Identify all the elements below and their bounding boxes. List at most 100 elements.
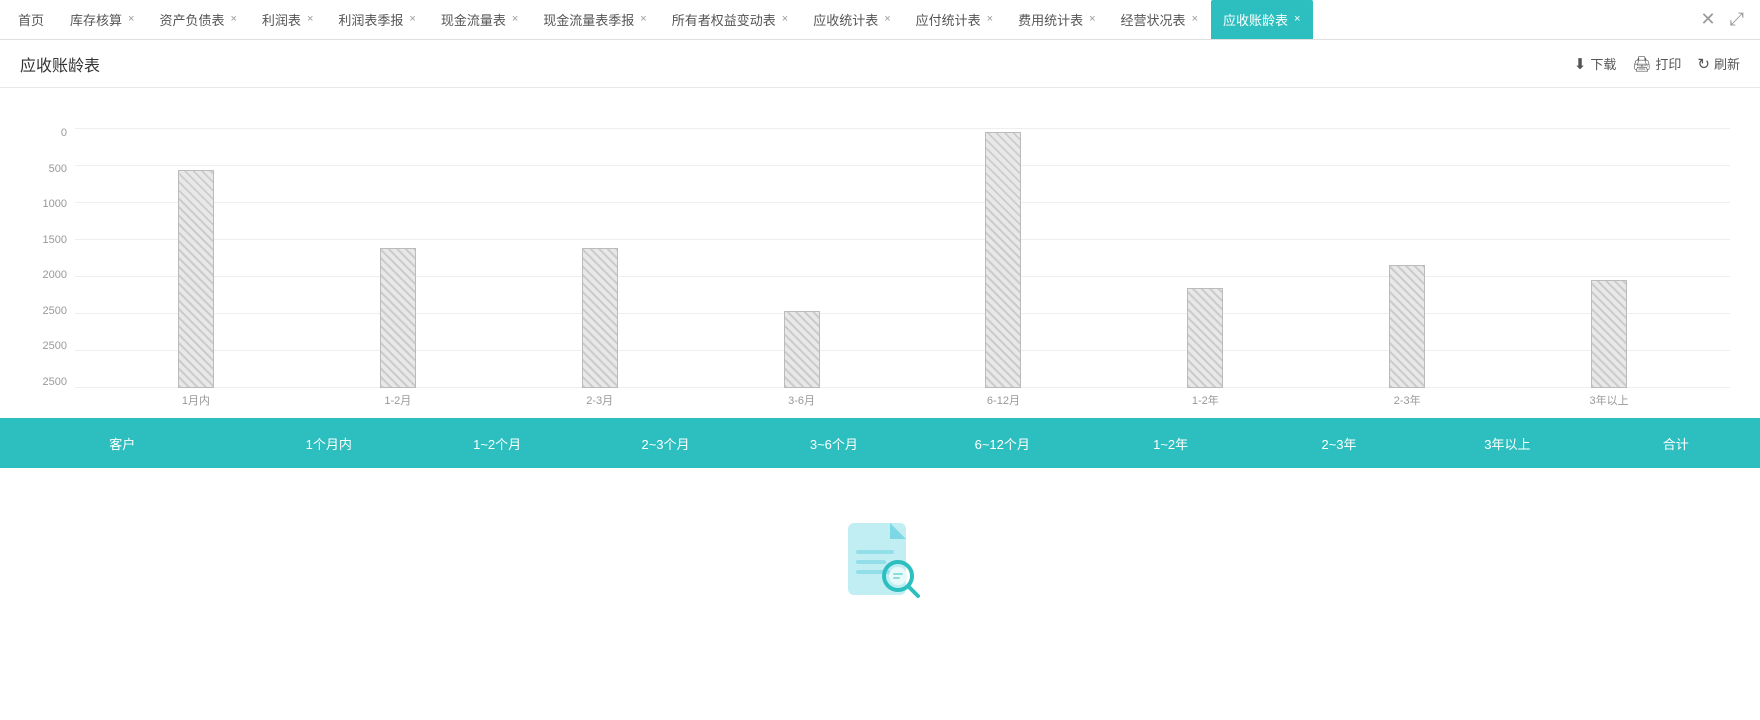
empty-state bbox=[0, 468, 1760, 720]
tab-bar: 首页 库存核算 × 资产负债表 × 利润表 × 利润表季报 × 现金流量表 × … bbox=[0, 0, 1760, 40]
window-close-button[interactable]: ✕ bbox=[1697, 5, 1720, 34]
x-label-1: 1-2月 bbox=[368, 392, 428, 408]
y-label-7: 2500 bbox=[43, 377, 67, 388]
bar-group-4 bbox=[985, 132, 1021, 388]
y-label-6: 2500 bbox=[43, 341, 67, 352]
col-customer: 客户 bbox=[0, 434, 245, 453]
y-label-0: 0 bbox=[61, 128, 67, 139]
bar-year3plus bbox=[1591, 280, 1627, 388]
tab-profit-quarterly[interactable]: 利润表季报 × bbox=[326, 0, 428, 40]
x-label-2: 2-3月 bbox=[570, 392, 630, 408]
tab-cashflow[interactable]: 现金流量表 × bbox=[429, 0, 531, 40]
tab-payables-stat[interactable]: 应付统计表 × bbox=[904, 0, 1006, 40]
bar-group-3 bbox=[784, 311, 820, 388]
window-maximize-button[interactable]: ⤢ bbox=[1726, 5, 1748, 34]
y-label-3: 1500 bbox=[43, 235, 67, 246]
tab-cashflow-close[interactable]: × bbox=[512, 14, 518, 25]
col-month1-2: 1~2个月 bbox=[413, 434, 581, 453]
refresh-label: 刷新 bbox=[1714, 54, 1740, 73]
header-actions: ⬇ 下载 🖨 打印 ↻ 刷新 bbox=[1574, 54, 1740, 73]
bar-month2-3 bbox=[582, 248, 618, 388]
main-content: 2500 2500 2500 2000 1500 1000 500 0 bbox=[0, 88, 1760, 720]
bar-month1-2 bbox=[380, 248, 416, 388]
tab-cashflow-quarterly-close[interactable]: × bbox=[640, 14, 646, 25]
bars-container bbox=[75, 128, 1730, 388]
page-header: 应收账龄表 ⬇ 下载 🖨 打印 ↻ 刷新 bbox=[0, 40, 1760, 88]
tab-expense-stat-close[interactable]: × bbox=[1089, 14, 1095, 25]
tab-operations-close[interactable]: × bbox=[1192, 14, 1198, 25]
tab-receivables-aging[interactable]: 应收账龄表 × bbox=[1211, 0, 1313, 40]
window-actions: ✕ ⤢ bbox=[1697, 5, 1757, 34]
tab-payables-stat-label: 应付统计表 bbox=[916, 10, 981, 29]
print-label: 打印 bbox=[1655, 54, 1681, 73]
tab-cashflow-quarterly[interactable]: 现金流量表季报 × bbox=[531, 0, 659, 40]
col-month2-3: 2~3个月 bbox=[581, 434, 749, 453]
table-header: 客户 1个月内 1~2个月 2~3个月 3~6个月 6~12个月 1~2年 2~… bbox=[0, 418, 1760, 468]
bar-month3-6 bbox=[784, 311, 820, 388]
refresh-icon: ↻ bbox=[1697, 55, 1710, 73]
bar-group-1 bbox=[380, 248, 416, 388]
chart-wrapper: 2500 2500 2500 2000 1500 1000 500 0 bbox=[30, 108, 1730, 408]
x-label-7: 3年以上 bbox=[1579, 392, 1639, 408]
print-icon: 🖨 bbox=[1632, 55, 1651, 73]
tab-expense-stat[interactable]: 费用统计表 × bbox=[1006, 0, 1108, 40]
col-month1: 1个月内 bbox=[245, 434, 413, 453]
tab-cashflow-quarterly-label: 现金流量表季报 bbox=[543, 10, 634, 29]
tab-profit-quarterly-label: 利润表季报 bbox=[338, 10, 403, 29]
tab-profit-quarterly-close[interactable]: × bbox=[409, 14, 415, 25]
y-label-5: 2500 bbox=[43, 306, 67, 317]
download-button[interactable]: ⬇ 下载 bbox=[1574, 54, 1617, 73]
tab-operations[interactable]: 经营状况表 × bbox=[1109, 0, 1211, 40]
tab-balance-sheet[interactable]: 资产负债表 × bbox=[147, 0, 249, 40]
x-label-3: 3-6月 bbox=[772, 392, 832, 408]
page-title: 应收账龄表 bbox=[20, 52, 100, 76]
y-label-1: 500 bbox=[49, 164, 67, 175]
bar-group-7 bbox=[1591, 280, 1627, 388]
tab-profit-label: 利润表 bbox=[262, 10, 301, 29]
tab-inventory[interactable]: 库存核算 × bbox=[58, 0, 147, 40]
chart-area: 2500 2500 2500 2000 1500 1000 500 0 bbox=[0, 88, 1760, 418]
tab-cashflow-label: 现金流量表 bbox=[441, 10, 506, 29]
tab-balance-sheet-close[interactable]: × bbox=[230, 14, 236, 25]
bar-group-5 bbox=[1187, 288, 1223, 388]
tab-operations-label: 经营状况表 bbox=[1121, 10, 1186, 29]
x-label-6: 2-3年 bbox=[1377, 392, 1437, 408]
x-label-0: 1月内 bbox=[166, 392, 226, 408]
tab-inventory-close[interactable]: × bbox=[128, 14, 134, 25]
bar-group-6 bbox=[1389, 265, 1425, 388]
bar-group-0 bbox=[178, 170, 214, 388]
x-label-4: 6-12月 bbox=[973, 392, 1033, 408]
empty-illustration bbox=[830, 508, 930, 608]
download-label: 下载 bbox=[1590, 54, 1616, 73]
bar-month6-12 bbox=[985, 132, 1021, 388]
print-button[interactable]: 🖨 打印 bbox=[1632, 54, 1681, 73]
tab-receivables-stat[interactable]: 应收统计表 × bbox=[801, 0, 903, 40]
col-month3-6: 3~6个月 bbox=[750, 434, 918, 453]
bar-year2-3 bbox=[1389, 265, 1425, 388]
col-total: 合计 bbox=[1592, 434, 1760, 453]
tab-home[interactable]: 首页 bbox=[4, 0, 58, 40]
tab-profit[interactable]: 利润表 × bbox=[250, 0, 326, 40]
tab-expense-stat-label: 费用统计表 bbox=[1018, 10, 1083, 29]
tab-equity-label: 所有者权益变动表 bbox=[672, 10, 776, 29]
empty-icon bbox=[830, 508, 930, 608]
tab-equity[interactable]: 所有者权益变动表 × bbox=[660, 0, 801, 40]
tab-receivables-aging-label: 应收账龄表 bbox=[1223, 10, 1288, 29]
tab-receivables-stat-label: 应收统计表 bbox=[813, 10, 878, 29]
col-year3plus: 3年以上 bbox=[1423, 434, 1591, 453]
bar-month1 bbox=[178, 170, 214, 388]
x-axis-labels: 1月内 1-2月 2-3月 3-6月 6-12月 1-2年 2-3年 3年以上 bbox=[75, 392, 1730, 408]
y-label-2: 1000 bbox=[43, 199, 67, 210]
tab-payables-stat-close[interactable]: × bbox=[987, 14, 993, 25]
tab-profit-close[interactable]: × bbox=[307, 14, 313, 25]
col-month6-12: 6~12个月 bbox=[918, 434, 1086, 453]
x-label-5: 1-2年 bbox=[1175, 392, 1235, 408]
tab-receivables-stat-close[interactable]: × bbox=[884, 14, 890, 25]
chart-body: 1月内 1-2月 2-3月 3-6月 6-12月 1-2年 2-3年 3年以上 bbox=[75, 128, 1730, 408]
tab-receivables-aging-close[interactable]: × bbox=[1294, 14, 1300, 25]
tab-balance-sheet-label: 资产负债表 bbox=[159, 10, 224, 29]
refresh-button[interactable]: ↻ 刷新 bbox=[1697, 54, 1740, 73]
y-label-4: 2000 bbox=[43, 270, 67, 281]
tab-equity-close[interactable]: × bbox=[782, 14, 788, 25]
y-axis: 2500 2500 2500 2000 1500 1000 500 0 bbox=[30, 128, 75, 408]
